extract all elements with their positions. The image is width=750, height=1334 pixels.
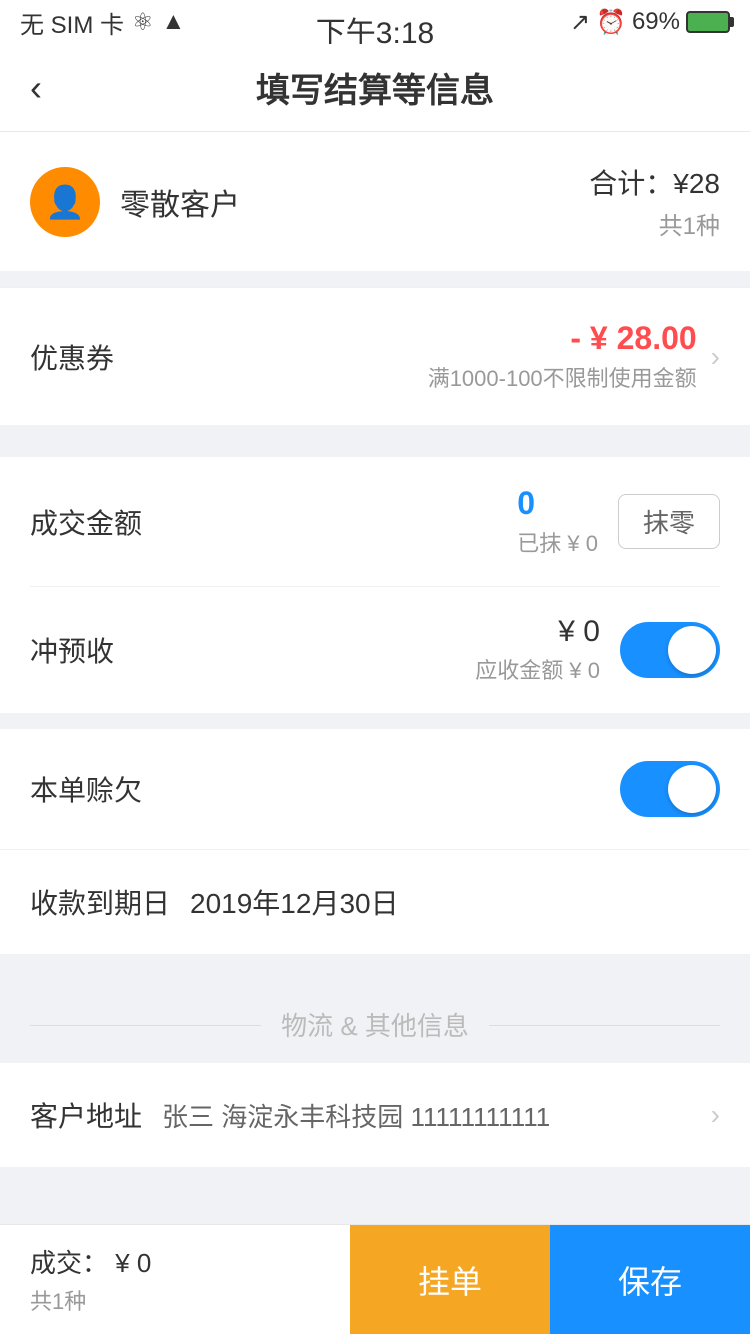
bottom-count: 共1种 xyxy=(30,1284,320,1316)
bottom-deal: 成交： ¥ 0 xyxy=(30,1243,320,1280)
divider-3 xyxy=(0,970,750,986)
customer-left: 👤 零散客户 xyxy=(30,167,240,237)
address-chevron-icon: › xyxy=(711,1099,720,1131)
prepay-row: 冲预收 ¥ 0 应收金额 ¥ 0 xyxy=(30,587,720,713)
debt-label: 本单赊欠 xyxy=(30,769,142,809)
coupon-label: 优惠券 xyxy=(30,337,114,377)
logistics-label: 物流 & 其他信息 xyxy=(261,1006,489,1043)
bottom-bar: 成交： ¥ 0 共1种 挂单 保存 xyxy=(0,1224,750,1334)
back-button[interactable]: ‹ xyxy=(30,67,42,109)
prepay-right: ¥ 0 应收金额 ¥ 0 xyxy=(475,615,720,685)
duedate-row: 收款到期日 2019年12月30日 xyxy=(0,849,750,954)
address-label: 客户地址 xyxy=(30,1095,142,1135)
customer-row: 👤 零散客户 合计：¥28 共1种 xyxy=(0,132,750,271)
round-zero-button[interactable]: 抹零 xyxy=(618,494,720,549)
transaction-sub: 已抹 ¥ 0 xyxy=(517,526,598,558)
debt-toggle-knob xyxy=(668,765,716,813)
address-section: 客户地址 张三 海淀永丰科技园 11111111111 › xyxy=(0,1063,750,1167)
debt-toggle[interactable] xyxy=(620,761,720,817)
page-title: 填写结算等信息 xyxy=(256,63,494,112)
nav-bar: ‹ 填写结算等信息 xyxy=(0,44,750,132)
transaction-amount-row: 成交金额 0 已抹 ¥ 0 抹零 xyxy=(30,457,720,587)
duedate-value: 2019年12月30日 xyxy=(190,882,399,922)
divider-1 xyxy=(0,441,750,457)
prepay-value: ¥ 0 xyxy=(475,615,600,649)
divider-2 xyxy=(0,713,750,729)
logistics-header: 物流 & 其他信息 xyxy=(0,986,750,1063)
location-icon: ↗ xyxy=(570,8,590,37)
address-value: 张三 海淀永丰科技园 11111111111 xyxy=(162,1097,705,1134)
toggle-knob xyxy=(668,626,716,674)
customer-total: 合计：¥28 xyxy=(589,162,720,202)
content-area: 👤 零散客户 合计：¥28 共1种 优惠券 - ¥ 28.00 满1000-10… xyxy=(0,132,750,1303)
save-button[interactable]: 保存 xyxy=(550,1225,750,1334)
coupon-value: - ¥ 28.00 xyxy=(428,320,697,357)
debt-section: 本单赊欠 收款到期日 2019年12月30日 xyxy=(0,729,750,954)
carrier-text: 无 SIM 卡 xyxy=(20,5,124,40)
amount-section: 成交金额 0 已抹 ¥ 0 抹零 冲预收 ¥ 0 应收金额 ¥ 0 xyxy=(0,457,750,713)
wifi-signal: ▲ xyxy=(162,8,186,36)
avatar-icon: 👤 xyxy=(45,183,85,221)
status-right: ↗ ⏰ 69% xyxy=(570,8,730,37)
customer-count: 共1种 xyxy=(589,206,720,241)
prepay-sub: 应收金额 ¥ 0 xyxy=(475,653,600,685)
prepay-label: 冲预收 xyxy=(30,630,114,670)
avatar: 👤 xyxy=(30,167,100,237)
prepay-toggle[interactable] xyxy=(620,622,720,678)
bottom-info: 成交： ¥ 0 共1种 xyxy=(0,1243,350,1316)
customer-name: 零散客户 xyxy=(120,180,240,224)
customer-section: 👤 零散客户 合计：¥28 共1种 xyxy=(0,132,750,271)
status-left: 无 SIM 卡 ⚛︎ ▲ xyxy=(20,5,185,40)
wifi-icon: ⚛︎ xyxy=(132,8,154,37)
transaction-value: 0 xyxy=(517,485,598,522)
customer-right: 合计：¥28 共1种 xyxy=(589,162,720,241)
duedate-label: 收款到期日 xyxy=(30,882,170,922)
address-row[interactable]: 客户地址 张三 海淀永丰科技园 11111111111 › xyxy=(0,1063,750,1167)
pending-button[interactable]: 挂单 xyxy=(350,1225,550,1334)
coupon-row[interactable]: 优惠券 - ¥ 28.00 满1000-100不限制使用金额 › xyxy=(0,287,750,425)
coupon-section: 优惠券 - ¥ 28.00 满1000-100不限制使用金额 › xyxy=(0,287,750,425)
deal-value: ¥ 0 xyxy=(115,1248,151,1278)
deal-label: 成交： xyxy=(30,1248,108,1278)
transaction-right: 0 已抹 ¥ 0 抹零 xyxy=(517,485,720,558)
debt-row: 本单赊欠 xyxy=(0,729,750,849)
transaction-label: 成交金额 xyxy=(30,502,142,542)
chevron-right-icon: › xyxy=(711,341,720,373)
status-bar: 无 SIM 卡 ⚛︎ ▲ 下午3:18 ↗ ⏰ 69% xyxy=(0,0,750,44)
coupon-desc: 满1000-100不限制使用金额 xyxy=(428,361,697,393)
battery-percent: 69% xyxy=(632,8,680,36)
alarm-icon: ⏰ xyxy=(596,8,626,37)
battery-icon xyxy=(686,11,730,33)
